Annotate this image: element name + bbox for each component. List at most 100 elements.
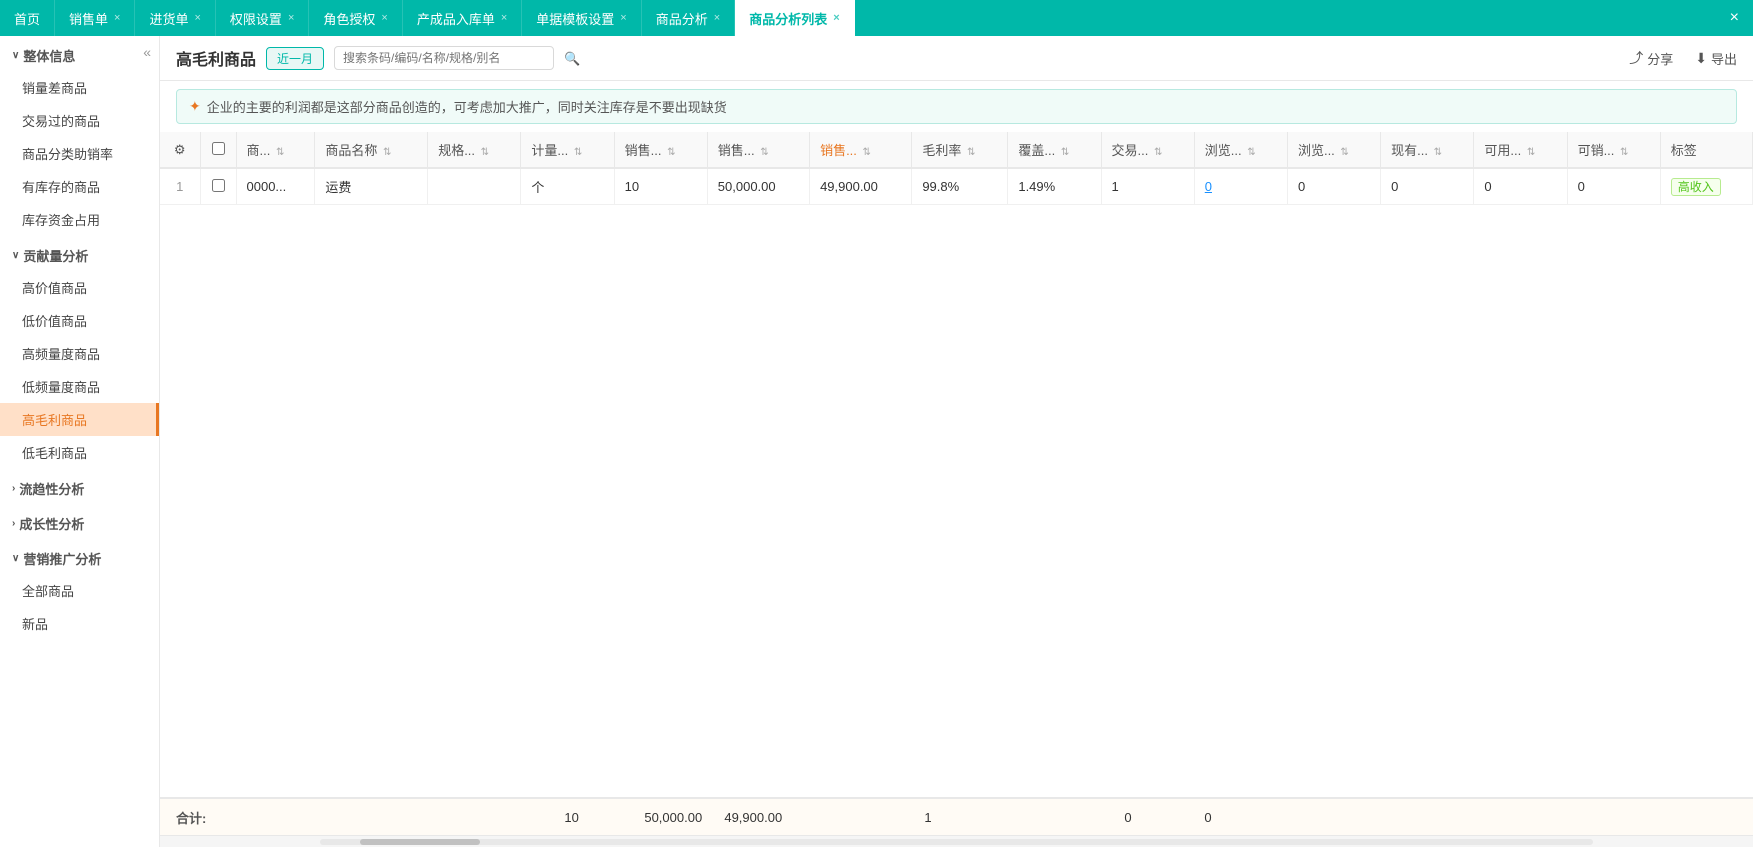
sidebar-group-overall[interactable]: ∨ 整体信息 <box>0 36 159 71</box>
cell-checkbox[interactable] <box>200 168 236 205</box>
nav-permission[interactable]: 权限设置 × <box>216 0 309 36</box>
col-sales2[interactable]: 销售... ⇅ <box>707 132 809 168</box>
nav-home[interactable]: 首页 <box>0 0 55 36</box>
nav-product-in[interactable]: 产成品入库单 × <box>403 0 522 36</box>
sidebar-item-all-goods[interactable]: 全部商品 <box>0 574 159 607</box>
col-browse1[interactable]: 浏览... ⇅ <box>1194 132 1287 168</box>
sidebar-group-marketing[interactable]: ∨ 营销推广分析 <box>0 539 159 574</box>
filter-recent-month-btn[interactable]: 近一月 <box>266 47 324 70</box>
search-input[interactable] <box>334 46 554 70</box>
footer-label: 合计: <box>176 808 206 827</box>
page-title: 高毛利商品 <box>176 46 256 70</box>
sidebar-item-stock-capital[interactable]: 库存资金占用 <box>0 203 159 236</box>
content-header: 高毛利商品 近一月 🔍 ⤴ 分享 ⬇ 导出 <box>160 36 1753 81</box>
sidebar-item-poor-sales[interactable]: 销量差商品 <box>0 71 159 104</box>
sort-icon-browse2: ⇅ <box>1340 147 1348 158</box>
sidebar-group-trend[interactable]: › 流趋性分析 <box>0 469 159 504</box>
col-checkbox[interactable] <box>200 132 236 168</box>
col-sales1[interactable]: 销售... ⇅ <box>614 132 707 168</box>
nav-goods-analysis-close[interactable]: × <box>714 12 720 24</box>
export-btn[interactable]: ⬇ 导出 <box>1695 49 1737 68</box>
nav-goods-analysis-list[interactable]: 商品分析列表 × <box>735 0 854 36</box>
sidebar-item-low-gross[interactable]: 低毛利商品 <box>0 436 159 469</box>
cell-tag: 高收入 <box>1660 168 1752 205</box>
sort-icon-name: ⇅ <box>383 147 391 158</box>
sidebar-group-growth[interactable]: › 成长性分析 <box>0 504 159 539</box>
sidebar-item-low-freq[interactable]: 低频量度商品 <box>0 370 159 403</box>
share-icon: ⤴ <box>1629 48 1643 68</box>
scrollbar-track[interactable] <box>320 839 1593 845</box>
footer-cell-available: 0 <box>1194 810 1274 825</box>
col-browse2[interactable]: 浏览... ⇅ <box>1287 132 1380 168</box>
nav-product-in-close[interactable]: × <box>501 12 507 24</box>
cell-sales2: 50,000.00 <box>707 168 809 205</box>
sidebar: « ∨ 整体信息 销量差商品 交易过的商品 商品分类助销率 有库存的商品 库存资… <box>0 36 160 847</box>
nav-purchase-close[interactable]: × <box>194 12 200 24</box>
sidebar-group-trend-arrow: › <box>12 483 15 494</box>
search-btn[interactable]: 🔍 <box>564 50 580 67</box>
sidebar-item-traded[interactable]: 交易过的商品 <box>0 104 159 137</box>
col-unit[interactable]: 计量... ⇅ <box>521 132 614 168</box>
col-available[interactable]: 可用... ⇅ <box>1474 132 1567 168</box>
nav-sales[interactable]: 销售单 × <box>55 0 135 36</box>
col-code[interactable]: 商... ⇅ <box>236 132 315 168</box>
nav-template[interactable]: 单据模板设置 × <box>522 0 641 36</box>
sidebar-group-contribution[interactable]: ∨ 贡献量分析 <box>0 236 159 271</box>
sort-icon-browse1: ⇅ <box>1247 147 1255 158</box>
col-stock[interactable]: 现有... ⇅ <box>1381 132 1474 168</box>
nav-sales-close[interactable]: × <box>114 12 120 24</box>
sidebar-item-high-freq[interactable]: 高频量度商品 <box>0 337 159 370</box>
browse1-link[interactable]: 0 <box>1205 179 1212 194</box>
nav-template-close[interactable]: × <box>620 12 626 24</box>
cell-coverage: 1.49% <box>1008 168 1101 205</box>
cell-browse1[interactable]: 0 <box>1194 168 1287 205</box>
content-area: 高毛利商品 近一月 🔍 ⤴ 分享 ⬇ 导出 ✦ 企业的主要的利润都是这部分商品创… <box>160 36 1753 847</box>
footer-bar: 合计: 10 50,000.00 49,900.00 1 0 0 <box>160 797 1753 835</box>
col-tag[interactable]: 标签 <box>1660 132 1752 168</box>
col-gross-rate[interactable]: 毛利率 ⇅ <box>912 132 1008 168</box>
select-all-checkbox[interactable] <box>212 142 225 155</box>
tag-high-income: 高收入 <box>1671 178 1721 196</box>
sort-icon-transaction: ⇅ <box>1154 147 1162 158</box>
sort-icon-gross-rate: ⇅ <box>967 147 975 158</box>
settings-icon[interactable]: ⚙ <box>174 142 186 157</box>
nav-close-all[interactable]: × <box>1716 9 1753 27</box>
table-container: ⚙ 商... ⇅ 商品名称 ⇅ <box>160 132 1753 797</box>
col-name[interactable]: 商品名称 ⇅ <box>315 132 428 168</box>
sort-icon-unit: ⇅ <box>574 147 582 158</box>
nav-role-close[interactable]: × <box>381 12 387 24</box>
nav-goods-analysis[interactable]: 商品分析 × <box>642 0 735 36</box>
col-sales3[interactable]: 销售... ⇅ <box>810 132 912 168</box>
main-layout: « ∨ 整体信息 销量差商品 交易过的商品 商品分类助销率 有库存的商品 库存资… <box>0 36 1753 847</box>
sidebar-item-new-goods[interactable]: 新品 <box>0 607 159 640</box>
nav-purchase[interactable]: 进货单 × <box>135 0 215 36</box>
tip-bar: ✦ 企业的主要的利润都是这部分商品创造的，可考虑加大推广，同时关注库存是不要出现… <box>176 89 1737 124</box>
row-checkbox[interactable] <box>212 179 225 192</box>
sidebar-collapse-btn[interactable]: « <box>143 44 151 60</box>
sidebar-item-category-assist[interactable]: 商品分类助销率 <box>0 137 159 170</box>
nav-goods-analysis-list-close[interactable]: × <box>833 12 839 24</box>
share-btn[interactable]: ⤴ 分享 <box>1629 48 1673 68</box>
cell-transaction: 1 <box>1101 168 1194 205</box>
sidebar-item-high-value[interactable]: 高价值商品 <box>0 271 159 304</box>
cell-name: 运费 <box>315 168 428 205</box>
footer-cell-transaction: 1 <box>914 810 994 825</box>
cell-spec <box>428 168 521 205</box>
col-transaction[interactable]: 交易... ⇅ <box>1101 132 1194 168</box>
footer-cell-sales1: 10 <box>554 810 634 825</box>
table-header-row: ⚙ 商... ⇅ 商品名称 ⇅ <box>160 132 1753 168</box>
col-spec[interactable]: 规格... ⇅ <box>428 132 521 168</box>
nav-role[interactable]: 角色授权 × <box>309 0 402 36</box>
sidebar-item-in-stock[interactable]: 有库存的商品 <box>0 170 159 203</box>
scrollbar-thumb[interactable] <box>360 839 480 845</box>
sort-icon-sales3: ⇅ <box>863 147 871 158</box>
col-sellable[interactable]: 可销... ⇅ <box>1567 132 1660 168</box>
sidebar-item-high-gross[interactable]: 高毛利商品 <box>0 403 159 436</box>
sidebar-item-low-value[interactable]: 低价值商品 <box>0 304 159 337</box>
nav-permission-close[interactable]: × <box>288 12 294 24</box>
bottom-scrollbar[interactable] <box>160 835 1753 847</box>
col-coverage[interactable]: 覆盖... ⇅ <box>1008 132 1101 168</box>
cell-gross-rate: 99.8% <box>912 168 1008 205</box>
col-settings[interactable]: ⚙ <box>160 132 200 168</box>
cell-sellable: 0 <box>1567 168 1660 205</box>
